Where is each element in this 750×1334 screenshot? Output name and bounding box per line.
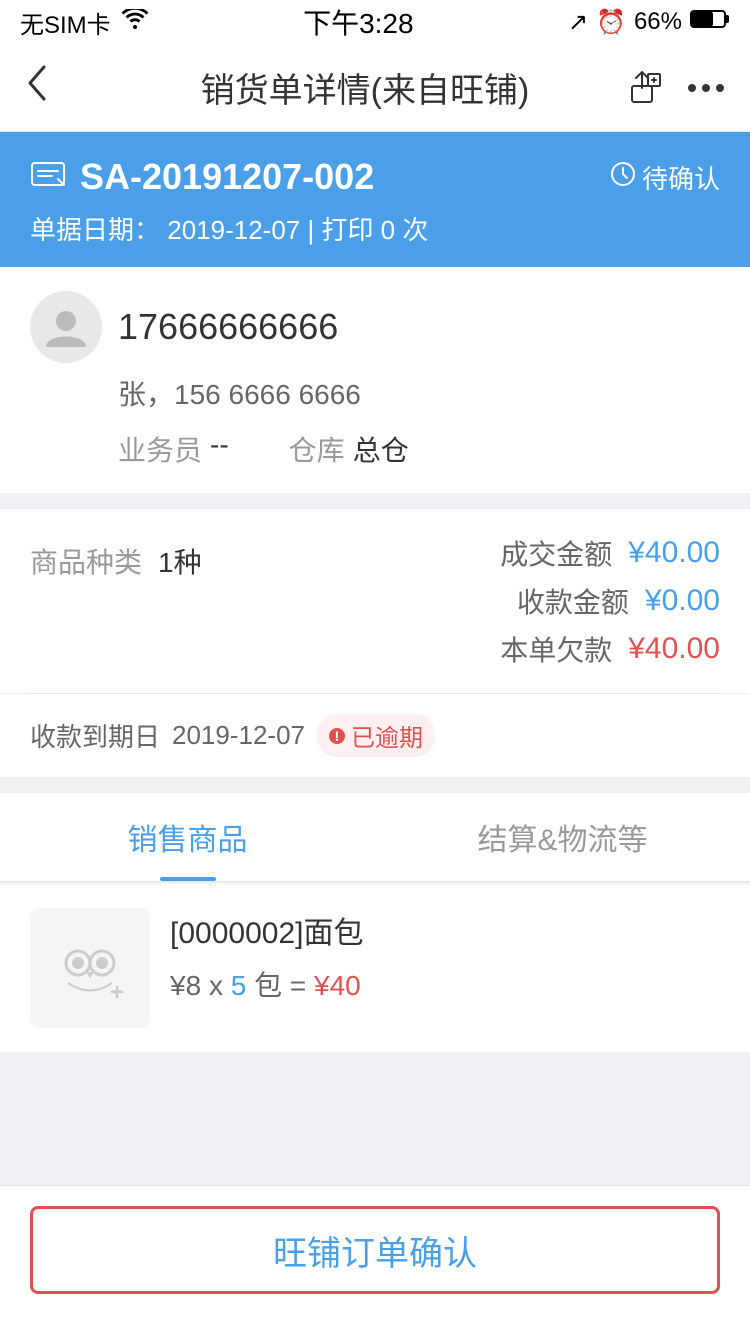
- due-date-label: 收款到期日: [30, 717, 160, 754]
- unit: 包: [254, 970, 282, 1001]
- svg-text:+: +: [110, 979, 124, 1006]
- order-icon: [30, 156, 70, 198]
- deal-amount-row: 成交金额 ¥40.00: [500, 533, 720, 573]
- product-type-value: 1种: [158, 541, 202, 581]
- more-button[interactable]: [686, 68, 726, 108]
- battery-text: 66%: [634, 8, 682, 36]
- customer-meta: 业务员 -- 仓库 总仓: [118, 429, 720, 469]
- product-info: [0000002]面包 ¥8 x 5 包 = ¥40: [170, 908, 720, 1004]
- customer-section: 17666666666 张，156 6666 6666 业务员 -- 仓库 总仓: [0, 267, 750, 493]
- order-status: 待确认: [610, 159, 720, 196]
- warehouse-item: 仓库 总仓: [289, 429, 409, 469]
- status-left: 无SIM卡: [20, 5, 149, 40]
- received-amount-label: 收款金额: [517, 581, 629, 621]
- summary-right: 成交金额 ¥40.00 收款金额 ¥0.00 本单欠款 ¥40.00: [500, 533, 720, 669]
- tab-underline: [160, 877, 216, 881]
- battery-icon: [690, 8, 730, 36]
- unit-price: ¥8: [170, 970, 201, 1001]
- export-button[interactable]: [626, 68, 666, 108]
- overdue-icon: !: [329, 728, 345, 744]
- product-type-label: 商品种类: [30, 541, 142, 581]
- product-thumbnail: +: [30, 908, 150, 1028]
- nav-left: [24, 63, 104, 112]
- back-button[interactable]: [24, 63, 48, 112]
- tab-settlement[interactable]: 结算&物流等: [375, 793, 750, 881]
- deal-amount-label: 成交金额: [500, 533, 612, 573]
- status-right: ↗ ⏰ 66%: [568, 8, 730, 37]
- confirm-button[interactable]: 旺铺订单确认: [30, 1206, 720, 1294]
- product-logo: +: [50, 928, 130, 1008]
- overdue-text: 已逾期: [351, 718, 423, 753]
- page-title: 销货单详情(来自旺铺): [201, 63, 530, 112]
- nav-right: [626, 68, 726, 108]
- alarm-icon: ⏰: [596, 8, 626, 37]
- tab-products-label: 销售商品: [128, 815, 248, 859]
- customer-name: 张，156 6666 6666: [118, 373, 720, 413]
- total-price: ¥40: [314, 970, 361, 1001]
- product-price: ¥8 x 5 包 = ¥40: [170, 964, 720, 1004]
- status-time: 下午3:28: [303, 2, 414, 42]
- order-date: 单据日期： 2019-12-07 | 打印 0 次: [30, 210, 720, 247]
- customer-top: 17666666666: [30, 291, 720, 363]
- carrier-text: 无SIM卡: [20, 5, 111, 40]
- warehouse-label: 仓库: [289, 429, 345, 469]
- product-thumb-inner: +: [30, 908, 150, 1028]
- product-section: + [0000002]面包 ¥8 x 5 包 = ¥40: [0, 884, 750, 1052]
- customer-phone: 17666666666: [118, 306, 338, 348]
- tab-settlement-label: 结算&物流等: [477, 815, 647, 859]
- status-bar: 无SIM卡 下午3:28 ↗ ⏰ 66%: [0, 0, 750, 44]
- deal-amount-value: ¥40.00: [628, 536, 720, 570]
- received-amount-row: 收款金额 ¥0.00: [517, 581, 720, 621]
- salesperson-item: 业务员 --: [118, 429, 229, 469]
- due-section: 收款到期日 2019-12-07 ! 已逾期: [0, 694, 750, 777]
- owed-amount-value: ¥40.00: [628, 632, 720, 666]
- salesperson-label: 业务员: [118, 429, 202, 469]
- times-symbol: x: [209, 970, 231, 1001]
- nav-bar: 销货单详情(来自旺铺): [0, 44, 750, 132]
- clock-icon: [610, 161, 636, 194]
- tabs-section: 销售商品 结算&物流等: [0, 793, 750, 882]
- avatar: [30, 291, 102, 363]
- product-name: [0000002]面包: [170, 908, 720, 952]
- tab-products[interactable]: 销售商品: [0, 793, 375, 881]
- due-date-value: 2019-12-07: [172, 720, 305, 751]
- summary-section: 商品种类 1种 成交金额 ¥40.00 收款金额 ¥0.00 本单欠款 ¥40.…: [0, 509, 750, 693]
- owed-amount-label: 本单欠款: [500, 629, 612, 669]
- summary-left: 商品种类 1种: [30, 541, 202, 581]
- divider-2: [0, 777, 750, 793]
- quantity: 5: [231, 970, 247, 1001]
- product-item: + [0000002]面包 ¥8 x 5 包 = ¥40: [30, 908, 720, 1028]
- order-id: SA-20191207-002: [30, 156, 374, 198]
- received-amount-value: ¥0.00: [645, 584, 720, 618]
- order-header: SA-20191207-002 待确认 单据日期： 2019-12-07 | 打…: [0, 132, 750, 267]
- wifi-icon: [121, 8, 149, 36]
- confirm-button-label: 旺铺订单确认: [273, 1226, 477, 1275]
- salesperson-value: --: [210, 429, 229, 469]
- order-header-top: SA-20191207-002 待确认: [30, 156, 720, 198]
- divider-1: [0, 493, 750, 509]
- warehouse-value: 总仓: [353, 429, 409, 469]
- owed-amount-row: 本单欠款 ¥40.00: [500, 629, 720, 669]
- location-icon: ↗: [568, 8, 588, 37]
- confirm-button-container: 旺铺订单确认: [0, 1185, 750, 1334]
- overdue-badge: ! 已逾期: [317, 714, 435, 757]
